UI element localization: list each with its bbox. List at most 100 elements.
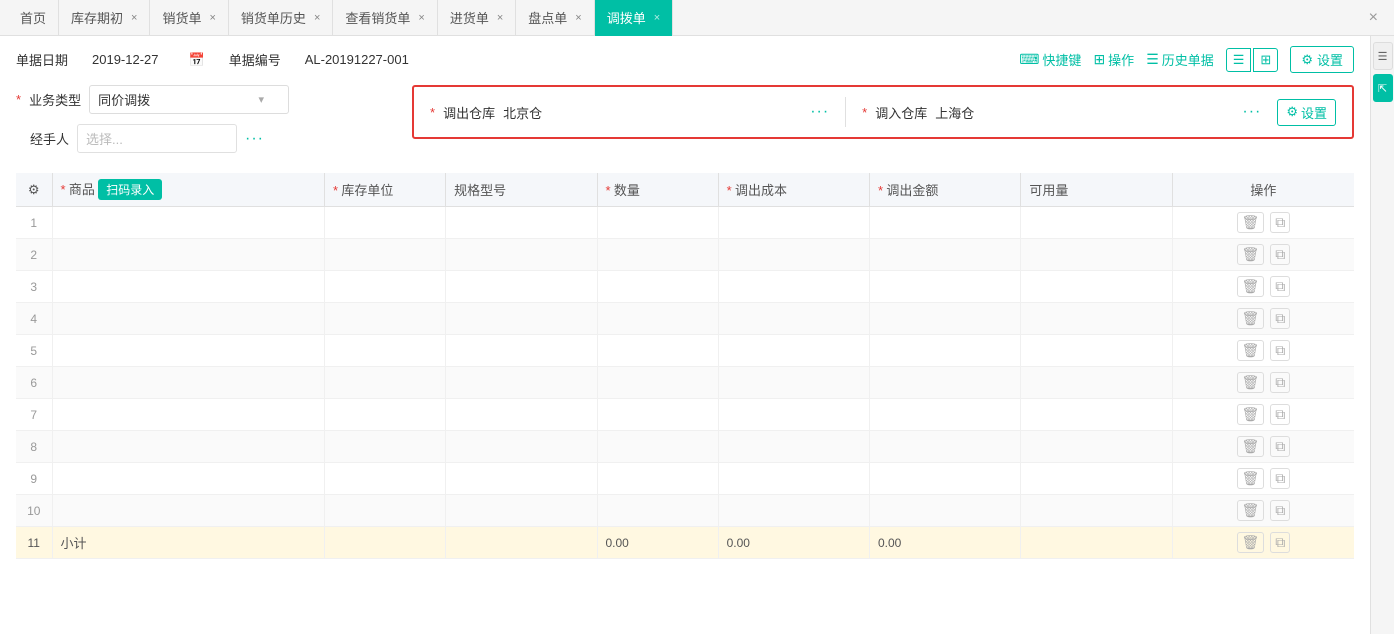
cell-spec[interactable] bbox=[446, 207, 597, 239]
cell-available[interactable] bbox=[1021, 239, 1172, 271]
delete-icon[interactable]: 🗑 bbox=[1237, 468, 1265, 489]
cell-available[interactable] bbox=[1021, 303, 1172, 335]
cell-spec[interactable] bbox=[446, 303, 597, 335]
cell-cost[interactable] bbox=[718, 431, 869, 463]
cell-unit[interactable] bbox=[325, 527, 446, 559]
global-close-button[interactable]: × bbox=[1361, 9, 1386, 27]
cell-cost[interactable] bbox=[718, 495, 869, 527]
delete-icon[interactable]: 🗑 bbox=[1237, 212, 1265, 233]
delete-icon[interactable]: 🗑 bbox=[1237, 308, 1265, 329]
scan-btn[interactable]: 扫码录入 bbox=[98, 179, 162, 200]
th-gear[interactable]: ⚙ bbox=[16, 173, 52, 207]
transfer-in-more-btn[interactable]: ··· bbox=[1242, 103, 1261, 121]
copy-icon[interactable]: ⧉ bbox=[1270, 436, 1290, 457]
cell-available[interactable] bbox=[1021, 463, 1172, 495]
settings-button[interactable]: ⚙ 设置 bbox=[1290, 46, 1354, 73]
cell-cost[interactable] bbox=[718, 207, 869, 239]
delete-icon[interactable]: 🗑 bbox=[1237, 244, 1265, 265]
cell-amount[interactable] bbox=[870, 367, 1021, 399]
cell-amount[interactable] bbox=[870, 399, 1021, 431]
calendar-icon[interactable]: 📅 bbox=[189, 52, 205, 68]
cell-quantity[interactable] bbox=[597, 239, 718, 271]
cell-amount[interactable] bbox=[870, 207, 1021, 239]
tab-home[interactable]: 首页 bbox=[8, 0, 59, 36]
copy-icon[interactable]: ⧉ bbox=[1270, 500, 1290, 521]
shortcut-button[interactable]: ⌨ 快捷键 bbox=[1019, 50, 1081, 69]
copy-icon[interactable]: ⧉ bbox=[1270, 212, 1290, 233]
cell-cost[interactable] bbox=[718, 303, 869, 335]
cell-quantity[interactable] bbox=[597, 271, 718, 303]
tab-purchase[interactable]: 进货单 × bbox=[438, 0, 516, 36]
cell-spec[interactable] bbox=[446, 495, 597, 527]
tab-close-transfer[interactable]: × bbox=[654, 12, 660, 24]
cell-available[interactable] bbox=[1021, 527, 1172, 559]
cell-amount[interactable] bbox=[870, 303, 1021, 335]
cell-amount[interactable] bbox=[870, 431, 1021, 463]
tab-close-stocktake[interactable]: × bbox=[575, 12, 581, 24]
cell-available[interactable] bbox=[1021, 399, 1172, 431]
transfer-out-more-btn[interactable]: ··· bbox=[810, 103, 829, 121]
tab-stocktake[interactable]: 盘点单 × bbox=[516, 0, 594, 36]
tab-transfer[interactable]: 调拨单 × bbox=[595, 0, 673, 36]
operation-button[interactable]: ⊞ 操作 bbox=[1093, 50, 1134, 69]
delete-icon[interactable]: 🗑 bbox=[1237, 404, 1265, 425]
cell-amount[interactable] bbox=[870, 495, 1021, 527]
cell-spec[interactable] bbox=[446, 367, 597, 399]
cell-quantity[interactable] bbox=[597, 335, 718, 367]
cell-unit[interactable] bbox=[325, 495, 446, 527]
delete-icon[interactable]: 🗑 bbox=[1237, 340, 1265, 361]
copy-icon[interactable]: ⧉ bbox=[1270, 532, 1290, 553]
warehouse-settings-button[interactable]: ⚙ 设置 bbox=[1277, 99, 1336, 126]
tab-inventory-init[interactable]: 库存期初 × bbox=[59, 0, 150, 36]
cell-amount[interactable] bbox=[870, 335, 1021, 367]
cell-quantity[interactable] bbox=[597, 367, 718, 399]
cell-spec[interactable] bbox=[446, 463, 597, 495]
sidebar-list-icon[interactable]: ☰ bbox=[1373, 42, 1393, 70]
copy-icon[interactable]: ⧉ bbox=[1270, 340, 1290, 361]
cell-product[interactable] bbox=[52, 303, 325, 335]
cell-available[interactable] bbox=[1021, 207, 1172, 239]
cell-product[interactable] bbox=[52, 399, 325, 431]
cell-unit[interactable] bbox=[325, 431, 446, 463]
cell-cost[interactable] bbox=[718, 367, 869, 399]
cell-product[interactable] bbox=[52, 367, 325, 399]
delete-icon[interactable]: 🗑 bbox=[1237, 436, 1265, 457]
copy-icon[interactable]: ⧉ bbox=[1270, 404, 1290, 425]
cell-cost[interactable] bbox=[718, 271, 869, 303]
copy-icon[interactable]: ⧉ bbox=[1270, 372, 1290, 393]
cell-unit[interactable] bbox=[325, 399, 446, 431]
cell-quantity[interactable] bbox=[597, 463, 718, 495]
delete-icon[interactable]: 🗑 bbox=[1237, 276, 1265, 297]
person-more-btn[interactable]: ··· bbox=[245, 130, 264, 148]
sidebar-expand-icon[interactable]: ⇱ bbox=[1373, 74, 1393, 102]
copy-icon[interactable]: ⧉ bbox=[1270, 276, 1290, 297]
cell-quantity[interactable] bbox=[597, 207, 718, 239]
tab-sales-history[interactable]: 销货单历史 × bbox=[229, 0, 333, 36]
cell-unit[interactable] bbox=[325, 367, 446, 399]
cell-cost[interactable] bbox=[718, 239, 869, 271]
cell-cost[interactable] bbox=[718, 399, 869, 431]
cell-unit[interactable] bbox=[325, 303, 446, 335]
cell-quantity[interactable] bbox=[597, 399, 718, 431]
cell-available[interactable] bbox=[1021, 495, 1172, 527]
person-select[interactable]: 选择... bbox=[77, 124, 237, 153]
cell-available[interactable] bbox=[1021, 367, 1172, 399]
tab-close-view[interactable]: × bbox=[418, 12, 424, 24]
cell-product[interactable] bbox=[52, 335, 325, 367]
layout-grid-btn[interactable]: ⊞ bbox=[1253, 48, 1278, 72]
cell-spec[interactable] bbox=[446, 431, 597, 463]
cell-unit[interactable] bbox=[325, 335, 446, 367]
delete-icon[interactable]: 🗑 bbox=[1237, 500, 1265, 521]
cell-spec[interactable] bbox=[446, 239, 597, 271]
layout-list-btn[interactable]: ☰ bbox=[1226, 48, 1252, 72]
cell-quantity[interactable]: 0.00 bbox=[597, 527, 718, 559]
cell-product[interactable] bbox=[52, 271, 325, 303]
delete-icon[interactable]: 🗑 bbox=[1237, 532, 1265, 553]
cell-available[interactable] bbox=[1021, 271, 1172, 303]
tab-sales-order[interactable]: 销货单 × bbox=[150, 0, 228, 36]
cell-spec[interactable] bbox=[446, 527, 597, 559]
copy-icon[interactable]: ⧉ bbox=[1270, 468, 1290, 489]
cell-spec[interactable] bbox=[446, 399, 597, 431]
cell-unit[interactable] bbox=[325, 207, 446, 239]
cell-amount[interactable]: 0.00 bbox=[870, 527, 1021, 559]
